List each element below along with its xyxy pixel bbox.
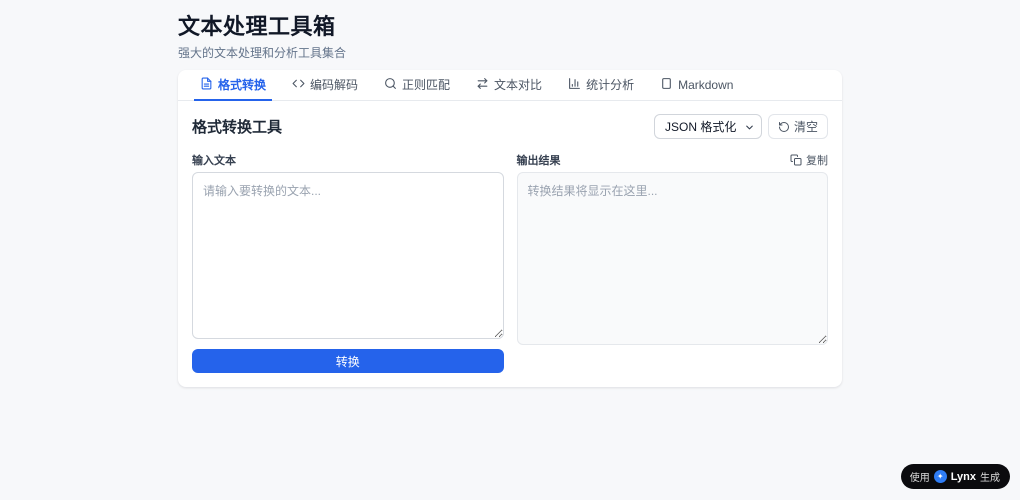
tab-stats-analysis[interactable]: 统计分析: [562, 70, 640, 101]
file-text-icon: [200, 77, 213, 93]
markdown-icon: [660, 77, 673, 93]
copy-icon: [790, 154, 802, 166]
tab-markdown[interactable]: Markdown: [654, 70, 739, 101]
code-icon: [292, 77, 305, 93]
panel-content: 格式转换工具 JSON 格式化 清空 输入文本 请输入要转换的文本... 转换 …: [178, 101, 842, 387]
panel-header: 格式转换工具 JSON 格式化 清空: [192, 114, 828, 139]
convert-button[interactable]: 转换: [192, 349, 504, 373]
input-label: 输入文本: [192, 154, 236, 167]
tab-label: 编码解码: [310, 78, 359, 92]
input-textarea[interactable]: [192, 172, 504, 339]
input-label-row: 输入文本: [192, 152, 504, 167]
tab-regex-match[interactable]: 正则匹配: [378, 70, 456, 101]
page-subtitle: 强大的文本处理和分析工具集合: [178, 46, 347, 60]
tab-label: 格式转换: [218, 78, 267, 92]
tab-label: 正则匹配: [402, 78, 451, 92]
lynx-attribution-badge[interactable]: 使用 ✦ Lynx 生成: [900, 464, 1010, 489]
search-icon: [384, 77, 397, 93]
panel-controls: JSON 格式化 清空: [653, 114, 828, 139]
copy-button-label: 复制: [806, 154, 828, 167]
page-container: 文本处理工具箱 强大的文本处理和分析工具集合 格式转换 编码解码 正则匹配 文本…: [178, 0, 842, 387]
bar-chart-icon: [568, 77, 581, 93]
tool-card: 格式转换 编码解码 正则匹配 文本对比 统计分析 Markdown 格式转换工具…: [178, 70, 842, 387]
output-label-row: 输出结果 复制: [516, 152, 828, 168]
badge-brand: Lynx: [950, 470, 976, 483]
panel-title: 格式转换工具: [192, 119, 283, 136]
tab-label: 统计分析: [586, 78, 635, 92]
lynx-logo-icon: ✦: [933, 470, 947, 483]
tab-label: Markdown: [678, 77, 734, 92]
output-label: 输出结果: [516, 154, 561, 167]
format-mode-select-wrap: JSON 格式化: [653, 114, 762, 139]
tab-encode-decode[interactable]: 编码解码: [286, 70, 364, 101]
format-mode-select[interactable]: JSON 格式化: [653, 114, 762, 139]
page-title: 文本处理工具箱: [178, 14, 336, 39]
badge-suffix: 生成: [980, 473, 1000, 484]
tab-format-convert[interactable]: 格式转换: [194, 70, 273, 101]
swap-arrows-icon: [476, 77, 489, 93]
copy-button[interactable]: 复制: [790, 152, 828, 168]
clear-button[interactable]: 清空: [767, 114, 828, 139]
tab-label: 文本对比: [494, 78, 543, 92]
tabbar: 格式转换 编码解码 正则匹配 文本对比 统计分析 Markdown: [178, 70, 842, 101]
clear-button-label: 清空: [793, 120, 818, 134]
output-textarea[interactable]: [516, 172, 828, 345]
io-columns: 输入文本 转换 输出结果 复制: [192, 152, 828, 373]
input-column: 输入文本 转换: [192, 152, 504, 373]
rotate-ccw-icon: [778, 121, 790, 133]
badge-prefix: 使用: [909, 473, 930, 484]
output-column: 输出结果 复制: [516, 152, 828, 373]
tab-text-diff[interactable]: 文本对比: [470, 70, 548, 101]
